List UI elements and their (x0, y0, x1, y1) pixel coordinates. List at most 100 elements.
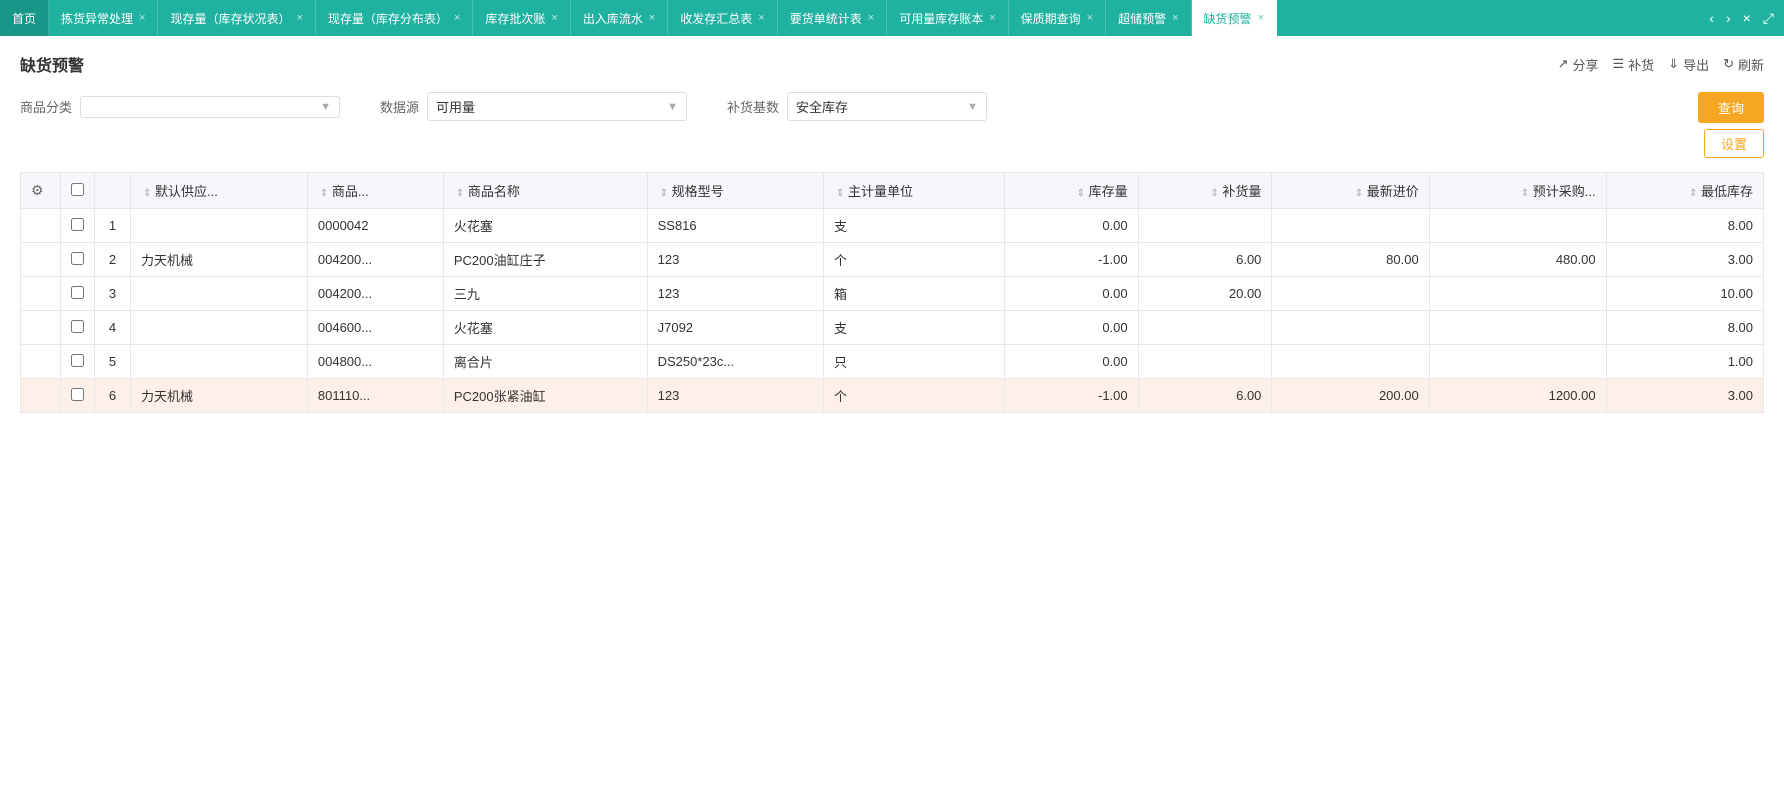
tab-close-icon[interactable]: × (551, 12, 557, 24)
page-header: 缺货预警 ↗ 分享 ☰ 补货 ⇓ 导出 ↻ 刷新 (20, 52, 1764, 76)
row-settings-cell (21, 277, 61, 311)
sort-icon: ⇕ (456, 188, 464, 199)
sort-icon: ⇕ (1210, 188, 1218, 199)
row-stock-cell: -1.00 (1004, 243, 1138, 277)
row-supplement-cell (1138, 345, 1272, 379)
table-row: 6 力天机械 801110... PC200张紧油缸 123 个 -1.00 6… (21, 379, 1764, 413)
supplement-button[interactable]: ☰ 补货 (1612, 55, 1654, 74)
datasource-filter-group: 数据源 可用量 ▼ (380, 92, 687, 121)
tab-next-button[interactable]: › (1720, 8, 1737, 28)
tab-bar: 首页 拣货异常处理 × 现存量（库存状况表） × 现存量（库存分布表） × 库存… (0, 0, 1784, 36)
tab-close-icon[interactable]: × (1172, 12, 1178, 24)
supplement-base-select[interactable]: 安全库存 ▼ (787, 92, 987, 121)
tab-fullscreen-button[interactable]: ⤢ (1757, 8, 1780, 29)
tab-stock-status[interactable]: 现存量（库存状况表） × (158, 0, 315, 36)
row-stock-cell: 0.00 (1004, 345, 1138, 379)
tab-goods-order-stats[interactable]: 要货单统计表 × (778, 0, 887, 36)
row-supplier-cell (131, 209, 308, 243)
row-checkbox[interactable] (71, 354, 84, 367)
row-spec-cell: 123 (647, 277, 823, 311)
tab-close-all-button[interactable]: × (1737, 8, 1757, 28)
category-select[interactable]: ▼ (80, 96, 340, 118)
supplement-base-select-value: 安全库存 (796, 97, 967, 116)
row-estimated-purchase-cell (1429, 277, 1606, 311)
row-supplement-cell: 20.00 (1138, 277, 1272, 311)
row-stock-cell: 0.00 (1004, 277, 1138, 311)
row-checkbox[interactable] (71, 286, 84, 299)
tab-close-icon[interactable]: × (139, 12, 145, 24)
tab-overstock-warning[interactable]: 超储预警 × (1106, 0, 1191, 36)
table-row: 2 力天机械 004200... PC200油缸庄子 123 个 -1.00 6… (21, 243, 1764, 277)
row-checkbox-cell[interactable] (61, 277, 95, 311)
row-product-code-cell: 004600... (307, 311, 443, 345)
row-min-stock-cell: 3.00 (1606, 243, 1763, 277)
row-min-stock-cell: 3.00 (1606, 379, 1763, 413)
row-stock-cell: 0.00 (1004, 209, 1138, 243)
tab-close-icon[interactable]: × (989, 12, 995, 24)
settings-button[interactable]: 设置 (1704, 129, 1764, 158)
tab-close-icon[interactable]: × (1087, 12, 1093, 24)
query-button[interactable]: 查询 (1698, 92, 1764, 123)
row-checkbox-cell[interactable] (61, 311, 95, 345)
supplement-base-filter-label: 补货基数 (727, 97, 779, 116)
col-unit-header: ⇕ 主计量单位 (824, 173, 1005, 209)
tab-home[interactable]: 首页 (0, 0, 49, 36)
row-settings-cell (21, 311, 61, 345)
col-product-name-header: ⇕ 商品名称 (443, 173, 647, 209)
supplement-icon: ☰ (1612, 56, 1624, 72)
col-checkbox-header (61, 173, 95, 209)
row-latest-price-cell (1272, 209, 1429, 243)
tab-prev-button[interactable]: ‹ (1703, 8, 1720, 28)
row-min-stock-cell: 8.00 (1606, 209, 1763, 243)
tab-receipt-summary[interactable]: 收发存汇总表 × (668, 0, 777, 36)
row-checkbox[interactable] (71, 320, 84, 333)
tab-picking-exception[interactable]: 拣货异常处理 × (49, 0, 158, 36)
datasource-select[interactable]: 可用量 ▼ (427, 92, 687, 121)
share-button[interactable]: ↗ 分享 (1558, 55, 1599, 74)
row-latest-price-cell: 80.00 (1272, 243, 1429, 277)
tab-close-icon[interactable]: × (758, 12, 764, 24)
tab-batch-account[interactable]: 库存批次账 × (473, 0, 570, 36)
row-unit-cell: 箱 (824, 277, 1005, 311)
row-checkbox[interactable] (71, 388, 84, 401)
row-product-name-cell: 离合片 (443, 345, 647, 379)
refresh-button[interactable]: ↻ 刷新 (1723, 55, 1764, 74)
header-actions: ↗ 分享 ☰ 补货 ⇓ 导出 ↻ 刷新 (1558, 55, 1764, 74)
tab-close-icon[interactable]: × (1258, 12, 1264, 24)
row-checkbox[interactable] (71, 252, 84, 265)
row-spec-cell: 123 (647, 243, 823, 277)
row-supplier-cell (131, 277, 308, 311)
row-supplier-cell: 力天机械 (131, 379, 308, 413)
table-row: 1 0000042 火花塞 SS816 支 0.00 8.00 (21, 209, 1764, 243)
sort-icon: ⇕ (660, 188, 668, 199)
table-row: 5 004800... 离合片 DS250*23c... 只 0.00 1.00 (21, 345, 1764, 379)
tab-close-icon[interactable]: × (649, 12, 655, 24)
export-button[interactable]: ⇓ 导出 (1668, 55, 1709, 74)
row-checkbox-cell[interactable] (61, 209, 95, 243)
row-product-code-cell: 004200... (307, 243, 443, 277)
tab-expiry-query[interactable]: 保质期查询 × (1009, 0, 1106, 36)
row-checkbox-cell[interactable] (61, 379, 95, 413)
table-gear-icon[interactable]: ⚙ (31, 182, 44, 198)
main-content: 缺货预警 ↗ 分享 ☰ 补货 ⇓ 导出 ↻ 刷新 商品分类 (0, 36, 1784, 796)
row-product-name-cell: PC200张紧油缸 (443, 379, 647, 413)
row-settings-cell (21, 243, 61, 277)
supplement-base-chevron-icon: ▼ (967, 101, 978, 113)
row-checkbox-cell[interactable] (61, 345, 95, 379)
row-checkbox-cell[interactable] (61, 243, 95, 277)
row-product-code-cell: 801110... (307, 379, 443, 413)
tab-close-icon[interactable]: × (868, 12, 874, 24)
row-product-name-cell: 火花塞 (443, 311, 647, 345)
tab-shortage-warning[interactable]: 缺货预警 × (1192, 0, 1277, 36)
row-unit-cell: 只 (824, 345, 1005, 379)
select-all-checkbox[interactable] (71, 183, 84, 196)
tab-inout-flow[interactable]: 出入库流水 × (571, 0, 668, 36)
tab-close-icon[interactable]: × (296, 12, 302, 24)
row-latest-price-cell (1272, 277, 1429, 311)
col-latest-price-header: ⇕ 最新进价 (1272, 173, 1429, 209)
tab-close-icon[interactable]: × (454, 12, 460, 24)
datasource-select-value: 可用量 (436, 97, 667, 116)
tab-available-ledger[interactable]: 可用量库存账本 × (887, 0, 1008, 36)
tab-stock-distribution[interactable]: 现存量（库存分布表） × (316, 0, 473, 36)
row-checkbox[interactable] (71, 218, 84, 231)
